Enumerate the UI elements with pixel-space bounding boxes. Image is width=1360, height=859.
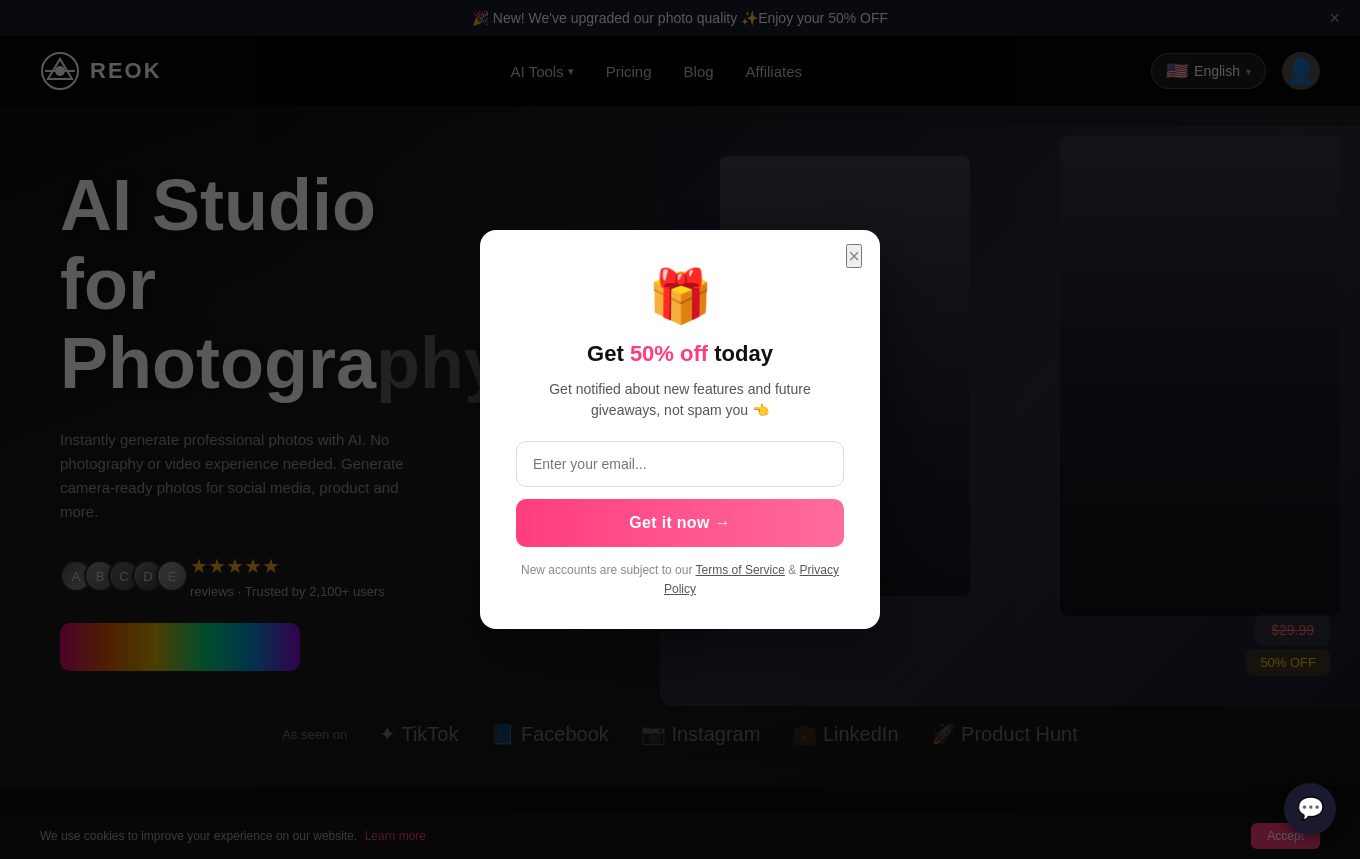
modal-icon: 🎁 <box>648 266 713 327</box>
chat-widget[interactable]: 💬 <box>1284 783 1336 835</box>
modal-title-highlight: 50% off <box>630 341 708 366</box>
modal-footer: New accounts are subject to our Terms of… <box>516 561 844 599</box>
modal-overlay: × 🎁 Get 50% off today Get notified about… <box>0 0 1360 859</box>
footer-prefix: New accounts are subject to our <box>521 563 696 577</box>
email-input[interactable] <box>516 441 844 487</box>
modal-dialog: × 🎁 Get 50% off today Get notified about… <box>480 230 880 629</box>
submit-button[interactable]: Get it now → <box>516 499 844 547</box>
modal-close-button[interactable]: × <box>846 244 862 268</box>
modal-subtitle: Get notified about new features and futu… <box>516 379 844 421</box>
tos-link[interactable]: Terms of Service <box>696 563 785 577</box>
modal-title-prefix: Get <box>587 341 630 366</box>
modal-title: Get 50% off today <box>587 341 773 367</box>
modal-title-suffix: today <box>708 341 773 366</box>
footer-mid: & <box>785 563 800 577</box>
chat-icon: 💬 <box>1297 796 1324 822</box>
